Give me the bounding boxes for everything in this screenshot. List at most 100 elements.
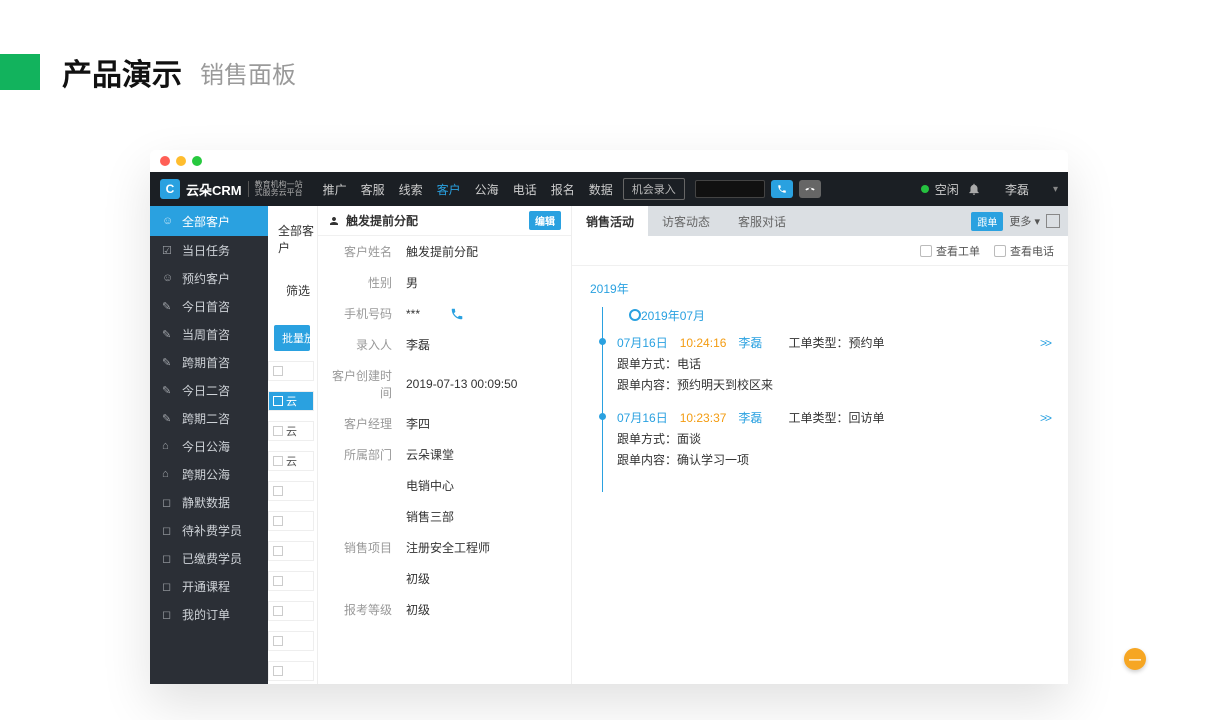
table-header-row bbox=[268, 361, 314, 381]
detail-label: 客户姓名 bbox=[330, 243, 406, 260]
sidebar-item-label: 今日首咨 bbox=[182, 298, 230, 315]
search-input[interactable] bbox=[695, 180, 765, 198]
sidebar-item[interactable]: ☑ 当日任务 bbox=[150, 236, 268, 264]
sidebar-header[interactable]: ☺ 全部客户 bbox=[150, 206, 268, 236]
sidebar-item[interactable]: ⌂今日公海 bbox=[150, 432, 268, 460]
activity-tab[interactable]: 访客动态 bbox=[648, 206, 724, 236]
detail-row: 手机号码*** bbox=[318, 298, 571, 329]
row-checkbox[interactable] bbox=[273, 666, 283, 676]
activity-panel: 销售活动访客动态客服对话 跟单 更多 ▾ 查看工单 查看电话 bbox=[572, 206, 1068, 684]
sidebar-item[interactable]: ✎今日首咨 bbox=[150, 292, 268, 320]
table-row[interactable] bbox=[268, 511, 314, 531]
row-checkbox[interactable] bbox=[273, 546, 283, 556]
slide-subtitle: 销售面板 bbox=[200, 55, 296, 90]
sidebar-item-label: 跨期公海 bbox=[182, 466, 230, 483]
detail-label: 所属部门 bbox=[330, 446, 406, 463]
table-row[interactable] bbox=[268, 661, 314, 681]
sidebar-item[interactable]: ✎今日二咨 bbox=[150, 376, 268, 404]
row-checkbox[interactable] bbox=[273, 636, 283, 646]
detail-value: 触发提前分配 bbox=[406, 243, 478, 260]
top-nav-item[interactable]: 推广 bbox=[323, 181, 347, 198]
top-nav-item[interactable]: 公海 bbox=[475, 181, 499, 198]
detail-value: 销售三部 bbox=[406, 508, 454, 525]
timeline-expand[interactable]: >> bbox=[1040, 411, 1050, 425]
chevron-down-icon[interactable]: ▾ bbox=[1053, 184, 1058, 195]
timeline-user: 李磊 bbox=[738, 334, 762, 351]
maximize-dot[interactable] bbox=[192, 156, 202, 166]
table-row[interactable] bbox=[268, 541, 314, 561]
table-row[interactable] bbox=[268, 571, 314, 591]
call-button[interactable] bbox=[771, 180, 793, 198]
sidebar-item[interactable]: ✎当周首咨 bbox=[150, 320, 268, 348]
user-icon: ☺ bbox=[162, 215, 174, 227]
detail-value: 男 bbox=[406, 274, 418, 291]
top-nav-item[interactable]: 数据 bbox=[589, 181, 613, 198]
sidebar-item[interactable]: ✎跨期二咨 bbox=[150, 404, 268, 432]
detail-value: 初级 bbox=[406, 570, 430, 587]
close-dot[interactable] bbox=[160, 156, 170, 166]
table-row[interactable]: 云 bbox=[268, 421, 314, 441]
sidebar-item-label: 当日任务 bbox=[182, 242, 230, 259]
top-nav-item[interactable]: 客服 bbox=[361, 181, 385, 198]
sidebar-item[interactable]: ◻静默数据 bbox=[150, 488, 268, 516]
more-dropdown[interactable]: 更多 ▾ bbox=[1009, 213, 1040, 229]
row-checkbox[interactable] bbox=[273, 426, 283, 436]
row-checkbox[interactable] bbox=[273, 396, 283, 406]
activity-tab[interactable]: 客服对话 bbox=[724, 206, 800, 236]
timeline-year: 2019年 bbox=[590, 280, 1050, 297]
sidebar-item[interactable]: ⌂跨期公海 bbox=[150, 460, 268, 488]
row-checkbox[interactable] bbox=[273, 606, 283, 616]
timeline-method: 跟单方式：面谈 bbox=[617, 430, 1050, 447]
table-row[interactable]: 云 bbox=[268, 451, 314, 471]
sidebar-item[interactable]: ◻待补费学员 bbox=[150, 516, 268, 544]
view-calls-checkbox[interactable]: 查看电话 bbox=[994, 243, 1054, 259]
sidebar-item-label: 今日公海 bbox=[182, 438, 230, 455]
hangup-button[interactable] bbox=[799, 180, 821, 198]
phone-icon[interactable] bbox=[450, 307, 464, 321]
layout-toggle-icon[interactable] bbox=[1046, 214, 1060, 228]
top-nav-item[interactable]: 线索 bbox=[399, 181, 423, 198]
sidebar-item-icon: ✎ bbox=[162, 384, 174, 397]
minimize-dot[interactable] bbox=[176, 156, 186, 166]
table-row[interactable] bbox=[268, 631, 314, 651]
sidebar-item[interactable]: ◻开通课程 bbox=[150, 572, 268, 600]
sidebar-item[interactable]: ☺预约客户 bbox=[150, 264, 268, 292]
row-checkbox[interactable] bbox=[273, 456, 283, 466]
row-checkbox[interactable] bbox=[273, 486, 283, 496]
sidebar-item-label: 静默数据 bbox=[182, 494, 230, 511]
sidebar-item[interactable]: ◻已缴费学员 bbox=[150, 544, 268, 572]
table-row[interactable]: 云 bbox=[268, 391, 314, 411]
view-tickets-checkbox[interactable]: 查看工单 bbox=[920, 243, 980, 259]
timeline-user: 李磊 bbox=[738, 409, 762, 426]
timeline-type: 工单类型：回访单 bbox=[788, 409, 884, 426]
edit-button[interactable]: 编辑 bbox=[529, 211, 561, 230]
row-checkbox[interactable] bbox=[273, 576, 283, 586]
opportunity-entry-button[interactable]: 机会录入 bbox=[623, 178, 685, 200]
sidebar-item[interactable]: ◻我的订单 bbox=[150, 600, 268, 628]
sidebar-item-icon: ☑ bbox=[162, 244, 174, 257]
activity-tab[interactable]: 销售活动 bbox=[572, 206, 648, 236]
bell-icon[interactable] bbox=[967, 182, 981, 196]
timeline-expand[interactable]: >> bbox=[1040, 336, 1050, 350]
phone-down-icon bbox=[805, 184, 815, 194]
top-nav-item[interactable]: 客户 bbox=[437, 181, 461, 198]
phone-icon bbox=[777, 184, 787, 194]
agent-status[interactable]: 空闲 bbox=[921, 181, 959, 198]
follow-button[interactable]: 跟单 bbox=[971, 212, 1003, 231]
detail-row: 客户姓名触发提前分配 bbox=[318, 236, 571, 267]
brand: C 云朵CRM 教育机构一站 式服务云平台 bbox=[160, 179, 303, 199]
sidebar-item[interactable]: ✎跨期首咨 bbox=[150, 348, 268, 376]
table-row[interactable] bbox=[268, 601, 314, 621]
filter-label[interactable]: 筛选 bbox=[268, 282, 310, 299]
topbar: C 云朵CRM 教育机构一站 式服务云平台 推广客服线索客户公海电话报名数据 机… bbox=[150, 172, 1068, 206]
floating-action-button[interactable]: — bbox=[1124, 648, 1146, 670]
top-nav-item[interactable]: 电话 bbox=[513, 181, 537, 198]
person-icon bbox=[328, 215, 340, 227]
sidebar-item-label: 开通课程 bbox=[182, 578, 230, 595]
row-checkbox[interactable] bbox=[273, 516, 283, 526]
top-nav-item[interactable]: 报名 bbox=[551, 181, 575, 198]
bulk-action-button[interactable]: 批量放 bbox=[274, 325, 310, 351]
username[interactable]: 李磊 bbox=[1005, 181, 1029, 198]
select-all-checkbox[interactable] bbox=[273, 366, 283, 376]
table-row[interactable] bbox=[268, 481, 314, 501]
